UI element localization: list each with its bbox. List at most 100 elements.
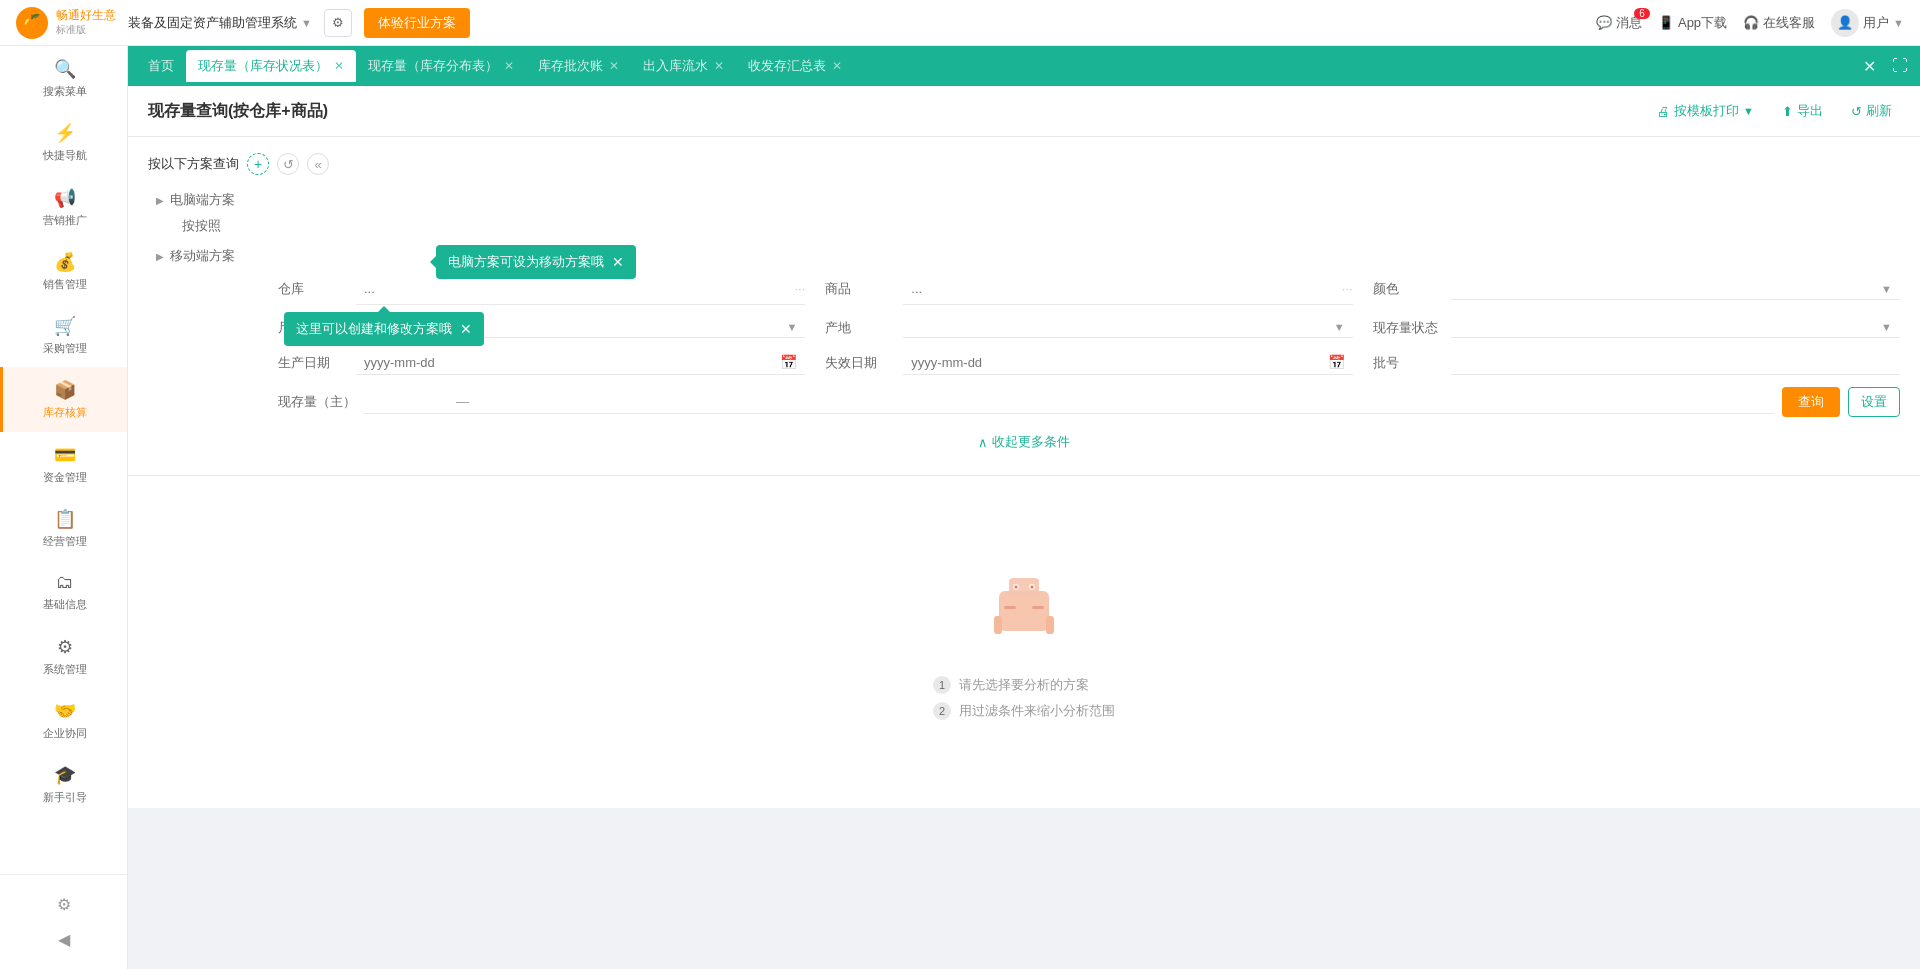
tab-recv-send-close[interactable]: ✕: [832, 59, 842, 73]
query-button[interactable]: 查询: [1782, 387, 1840, 417]
step-2-num: 2: [933, 702, 951, 720]
sidebar-item-newbie[interactable]: 🎓 新手引导: [0, 752, 127, 816]
filter-row-3: 生产日期 📅 失效日期 📅: [278, 350, 1900, 375]
svg-rect-7: [1032, 606, 1044, 609]
close-all-tabs-btn[interactable]: ✕: [1859, 53, 1880, 80]
color-select[interactable]: ▼: [1451, 279, 1900, 300]
tab-bar-actions: ✕ ⛶: [1859, 53, 1912, 80]
sidebar-collapse[interactable]: ◀: [0, 922, 127, 957]
tab-inventory-batch-label: 库存批次账: [538, 57, 603, 75]
sidebar-item-quick-nav[interactable]: ⚡ 快捷导航: [0, 110, 127, 174]
tab-inventory-batch-close[interactable]: ✕: [609, 59, 619, 73]
sidebar-item-basic-info[interactable]: 🗂 基础信息: [0, 560, 127, 623]
app-download-action[interactable]: 📱 App下载: [1658, 14, 1727, 32]
print-button[interactable]: 🖨 按模板打印 ▼: [1649, 98, 1762, 124]
tab-inout-flow-close[interactable]: ✕: [714, 59, 724, 73]
tab-inventory-batch[interactable]: 库存批次账 ✕: [526, 50, 631, 82]
expire-date-input[interactable]: [911, 355, 1323, 370]
online-service-action[interactable]: 🎧 在线客服: [1743, 14, 1815, 32]
gear-button[interactable]: ⚙: [324, 9, 352, 37]
fullscreen-btn[interactable]: ⛶: [1888, 53, 1912, 80]
app-container: 🍊 畅通好生意 标准版 装备及固定资产辅助管理系统 ▼ ⚙ 体验行业方案 💬 消…: [0, 0, 1920, 969]
finance-icon: 💳: [54, 444, 76, 466]
sidebar-item-enterprise[interactable]: 🤝 企业协同: [0, 688, 127, 752]
export-button[interactable]: ⬆ 导出: [1774, 98, 1831, 124]
empty-state: 1 请先选择要分析的方案 2 用过滤条件来缩小分析范围: [128, 476, 1920, 808]
marketing-icon: 📢: [54, 187, 76, 209]
create-tooltip-close[interactable]: ✕: [460, 321, 472, 337]
tab-inventory-status-close[interactable]: ✕: [334, 59, 344, 73]
warehouse-more-icon: ···: [794, 281, 805, 296]
phone-icon: 📱: [1658, 15, 1674, 30]
notification-action[interactable]: 💬 消息 6: [1596, 14, 1642, 32]
stock-status-arrow-icon: ▼: [1881, 321, 1892, 333]
sidebar: 🔍 搜索菜单 ⚡ 快捷导航 📢 营销推广 💰 销售管理 🛒 采购管理: [0, 46, 128, 969]
desktop-scheme-arrow: ▶: [156, 195, 164, 206]
sidebar-item-sales[interactable]: 💰 销售管理: [0, 239, 127, 303]
filter-label: 按以下方案查询: [148, 155, 239, 173]
setting-button[interactable]: 设置: [1848, 387, 1900, 417]
filter-add-button[interactable]: +: [247, 153, 269, 175]
svg-rect-8: [994, 616, 1002, 634]
filter-action-buttons: 查询 设置: [1782, 387, 1900, 417]
tab-home[interactable]: 首页: [136, 50, 186, 82]
quick-nav-icon: ⚡: [54, 122, 76, 144]
color-filter: 颜色 ▼: [1373, 273, 1900, 305]
expire-date-calendar-icon[interactable]: 📅: [1328, 354, 1345, 370]
export-label: 导出: [1797, 102, 1823, 120]
stock-status-select[interactable]: ▼: [1451, 317, 1900, 338]
tab-inout-flow[interactable]: 出入库流水 ✕: [631, 50, 736, 82]
origin-select[interactable]: ▼: [903, 317, 1352, 338]
color-arrow-icon: ▼: [1881, 283, 1892, 295]
stock-qty-min-input[interactable]: [372, 394, 452, 409]
batch-label: 批号: [1373, 354, 1443, 372]
scheme-tooltip-text: 电脑方案可设为移动方案哦: [448, 253, 604, 271]
scheme-按照-item[interactable]: 按按照: [176, 213, 1900, 239]
refresh-label: 刷新: [1866, 102, 1892, 120]
inventory-icon: 📦: [54, 379, 76, 401]
sidebar-settings[interactable]: ⚙: [0, 887, 127, 922]
user-action[interactable]: 👤 用户 ▼: [1831, 9, 1904, 37]
user-avatar: 👤: [1831, 9, 1859, 37]
sidebar-item-operations[interactable]: 📋 经营管理: [0, 496, 127, 560]
expire-date-filter: 失效日期 📅: [825, 350, 1352, 375]
svg-point-5: [1031, 586, 1034, 589]
produce-date-input[interactable]: [364, 355, 776, 370]
mobile-scheme-item[interactable]: ▶ 移动端方案: [156, 243, 1900, 269]
print-dropdown-icon: ▼: [1743, 105, 1754, 117]
sidebar-item-system[interactable]: ⚙ 系统管理: [0, 624, 127, 688]
sidebar-item-marketing[interactable]: 📢 营销推广: [0, 175, 127, 239]
produce-date-calendar-icon[interactable]: 📅: [780, 354, 797, 370]
batch-input[interactable]: [1451, 351, 1900, 375]
finance-label: 资金管理: [43, 470, 87, 484]
filter-refresh-button[interactable]: ↺: [277, 153, 299, 175]
goods-input[interactable]: [903, 277, 1341, 300]
tab-inventory-status-label: 现存量（库存状况表）: [198, 57, 328, 75]
sidebar-item-purchase[interactable]: 🛒 采购管理: [0, 303, 127, 367]
tab-inventory-status[interactable]: 现存量（库存状况表） ✕: [186, 50, 356, 82]
purchase-icon: 🛒: [54, 315, 76, 337]
tab-recv-send-summary[interactable]: 收发存汇总表 ✕: [736, 50, 854, 82]
collapse-bar[interactable]: ∧ 收起更多条件: [148, 425, 1900, 459]
sales-label: 销售管理: [43, 277, 87, 291]
user-dropdown-icon: ▼: [1893, 17, 1904, 29]
industry-button[interactable]: 体验行业方案: [364, 8, 470, 38]
sidebar-item-finance[interactable]: 💳 资金管理: [0, 432, 127, 496]
collapse-label: 收起更多条件: [992, 433, 1070, 451]
filter-back-button[interactable]: «: [307, 153, 329, 175]
sidebar-item-search[interactable]: 🔍 搜索菜单: [0, 46, 127, 110]
stock-qty-max-input[interactable]: [473, 394, 553, 409]
tab-inventory-dist-close[interactable]: ✕: [504, 59, 514, 73]
desktop-scheme-item[interactable]: ▶ 电脑端方案: [156, 187, 1900, 213]
refresh-button[interactable]: ↺ 刷新: [1843, 98, 1900, 124]
system-select[interactable]: 装备及固定资产辅助管理系统 ▼: [128, 14, 312, 32]
collapse-icon: ◀: [58, 930, 70, 949]
svg-point-4: [1015, 586, 1018, 589]
tab-inventory-dist[interactable]: 现存量（库存分布表） ✕: [356, 50, 526, 82]
scheme-sub-item: 按按照: [156, 213, 1900, 239]
expire-date-field: 📅: [903, 350, 1352, 375]
warehouse-input[interactable]: [356, 277, 794, 300]
filter-row-4: 现存量（主） — 查询 设置: [278, 387, 1900, 417]
sidebar-item-inventory[interactable]: 📦 库存核算: [0, 367, 127, 431]
scheme-tooltip-close[interactable]: ✕: [612, 254, 624, 270]
